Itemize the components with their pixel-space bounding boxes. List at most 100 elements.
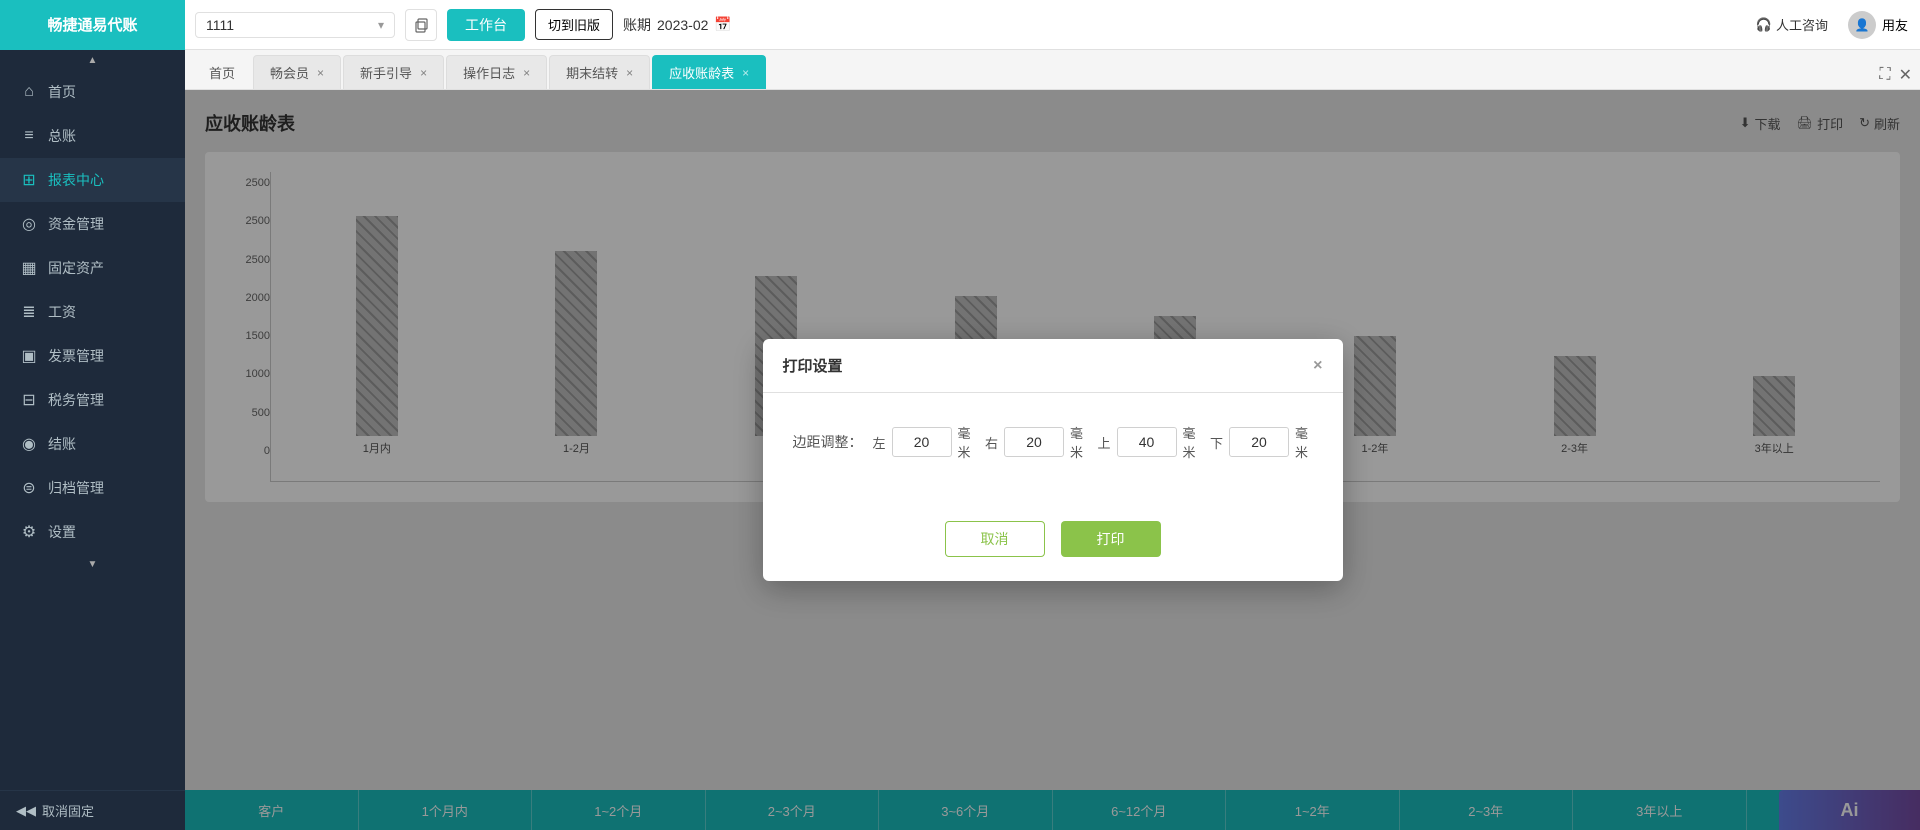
funds-icon: ◎ [20, 214, 38, 234]
logo-text: 畅捷通易代账 [47, 14, 137, 35]
tab-guide-close[interactable]: × [420, 66, 427, 80]
tab-oplog-close[interactable]: × [523, 66, 530, 80]
company-selector[interactable]: 1111 ▾ [195, 12, 395, 38]
sidebar-item-home[interactable]: ⌂ 首页 [0, 70, 185, 114]
left-direction-label: 左 [873, 433, 886, 452]
cancel-button[interactable]: 取消 [945, 521, 1045, 557]
logo-area: 畅捷通易代账 [0, 0, 185, 50]
sidebar-label-archive: 归档管理 [48, 478, 104, 498]
tab-member-label: 畅会员 [270, 63, 309, 82]
tab-period-end-close[interactable]: × [626, 66, 633, 80]
bottom-margin-input[interactable] [1229, 427, 1289, 457]
dialog-body: 边距调整： 左 毫米 右 毫米 [763, 393, 1343, 511]
sidebar-label-settings: 设置 [48, 522, 76, 542]
sidebar-label-funds: 资金管理 [48, 214, 104, 234]
right-margin-group: 右 毫米 [985, 423, 1088, 461]
avatar: 👤 [1848, 11, 1876, 39]
tab-oplog-label: 操作日志 [463, 63, 515, 82]
right-margin-input[interactable] [1004, 427, 1064, 457]
right-unit: 毫米 [1070, 423, 1087, 461]
tab-period-end-label: 期末结转 [566, 63, 618, 82]
page-content: 应收账龄表 ⬇ 下载 🖨 打印 ↻ 刷新 [185, 90, 1920, 830]
tab-maximize-icon[interactable]: ⛶ [1879, 66, 1890, 84]
print-confirm-button[interactable]: 打印 [1061, 521, 1161, 557]
sidebar-label-reports: 报表中心 [48, 170, 104, 190]
service-button[interactable]: 🎧 人工咨询 [1756, 15, 1828, 34]
company-name: 1111 [206, 17, 370, 33]
sidebar: ▲ ⌂ 首页 ≡ 总账 ⊞ 报表中心 ◎ 资金管理 ▦ 固定资产 ≣ 工资 ▣ … [0, 50, 185, 830]
right-direction-label: 右 [985, 433, 998, 452]
sidebar-item-tax[interactable]: ⊟ 税务管理 [0, 378, 185, 422]
user-area[interactable]: 👤 用友 [1848, 11, 1908, 39]
sidebar-label-salary: 工资 [48, 302, 76, 322]
sidebar-label-home: 首页 [48, 82, 76, 102]
bottom-margin-group: 下 毫米 [1210, 423, 1313, 461]
calendar-icon[interactable]: 📅 [714, 16, 731, 33]
collapse-label: 取消固定 [42, 801, 94, 820]
copy-icon [413, 17, 429, 33]
tab-member-close[interactable]: × [317, 66, 324, 80]
tab-home-label: 首页 [209, 63, 235, 82]
service-label: 人工咨询 [1776, 15, 1828, 34]
sidebar-item-archive[interactable]: ⊜ 归档管理 [0, 466, 185, 510]
tab-close-all-icon[interactable]: ✕ [1899, 65, 1912, 85]
modal-overlay: 打印设置 × 边距调整： 左 毫米 右 [185, 90, 1920, 830]
left-unit: 毫米 [958, 423, 975, 461]
dialog-header: 打印设置 × [763, 339, 1343, 393]
period-area: 账期 2023-02 📅 [623, 15, 732, 35]
settings-icon: ⚙ [20, 522, 38, 542]
tab-bar: 首页 畅会员 × 新手引导 × 操作日志 × 期末结转 × 应收账龄表 × [185, 50, 1920, 90]
sidebar-label-ledger: 总账 [48, 126, 76, 146]
sidebar-scroll-down[interactable]: ▼ [0, 554, 185, 574]
print-settings-dialog: 打印设置 × 边距调整： 左 毫米 右 [763, 339, 1343, 581]
top-margin-input[interactable] [1117, 427, 1177, 457]
tab-ar-aging-close[interactable]: × [742, 66, 749, 80]
old-version-button[interactable]: 切到旧版 [535, 9, 613, 40]
user-label: 用友 [1882, 15, 1908, 34]
period-value: 2023-02 [657, 17, 708, 33]
sidebar-collapse-btn[interactable]: ◀◀ 取消固定 [0, 790, 185, 830]
sidebar-item-invoice[interactable]: ▣ 发票管理 [0, 334, 185, 378]
sidebar-item-ledger[interactable]: ≡ 总账 [0, 114, 185, 158]
sidebar-item-assets[interactable]: ▦ 固定资产 [0, 246, 185, 290]
tax-icon: ⊟ [20, 390, 38, 410]
tab-member[interactable]: 畅会员 × [253, 55, 341, 89]
pin-icon: ◀◀ [16, 803, 36, 819]
sidebar-label-tax: 税务管理 [48, 390, 104, 410]
sidebar-item-closing[interactable]: ◉ 结账 [0, 422, 185, 466]
tab-ar-aging-label: 应收账龄表 [669, 63, 734, 82]
header-right: 🎧 人工咨询 👤 用友 [1756, 11, 1908, 39]
margin-label: 边距调整： [793, 432, 863, 452]
home-icon: ⌂ [20, 83, 38, 101]
headset-icon: 🎧 [1756, 17, 1772, 33]
dialog-title: 打印设置 [783, 355, 843, 376]
bottom-direction-label: 下 [1210, 433, 1223, 452]
salary-icon: ≣ [20, 302, 38, 322]
sidebar-item-salary[interactable]: ≣ 工资 [0, 290, 185, 334]
tab-oplog[interactable]: 操作日志 × [446, 55, 547, 89]
top-header: 畅捷通易代账 1111 ▾ 工作台 切到旧版 账期 2023-02 📅 🎧 人工… [0, 0, 1920, 50]
tab-home[interactable]: 首页 [193, 55, 251, 89]
margin-row: 边距调整： 左 毫米 右 毫米 [793, 423, 1313, 461]
sidebar-item-reports[interactable]: ⊞ 报表中心 [0, 158, 185, 202]
tab-guide[interactable]: 新手引导 × [343, 55, 444, 89]
sidebar-item-funds[interactable]: ◎ 资金管理 [0, 202, 185, 246]
copy-icon-btn[interactable] [405, 9, 437, 41]
reports-icon: ⊞ [20, 170, 38, 190]
period-label: 账期 [623, 15, 651, 35]
tab-period-end[interactable]: 期末结转 × [549, 55, 650, 89]
invoice-icon: ▣ [20, 346, 38, 366]
main-layout: ▲ ⌂ 首页 ≡ 总账 ⊞ 报表中心 ◎ 资金管理 ▦ 固定资产 ≣ 工资 ▣ … [0, 50, 1920, 830]
top-unit: 毫米 [1183, 423, 1200, 461]
sidebar-item-settings[interactable]: ⚙ 设置 [0, 510, 185, 554]
workbench-button[interactable]: 工作台 [447, 9, 525, 41]
top-direction-label: 上 [1098, 433, 1111, 452]
tab-ar-aging[interactable]: 应收账龄表 × [652, 55, 766, 89]
tab-bar-actions: ⛶ ✕ [1879, 65, 1912, 89]
dropdown-arrow-icon: ▾ [378, 18, 384, 32]
assets-icon: ▦ [20, 258, 38, 278]
sidebar-scroll-up[interactable]: ▲ [0, 50, 185, 70]
dialog-close-button[interactable]: × [1313, 357, 1322, 375]
closing-icon: ◉ [20, 434, 38, 454]
left-margin-input[interactable] [892, 427, 952, 457]
